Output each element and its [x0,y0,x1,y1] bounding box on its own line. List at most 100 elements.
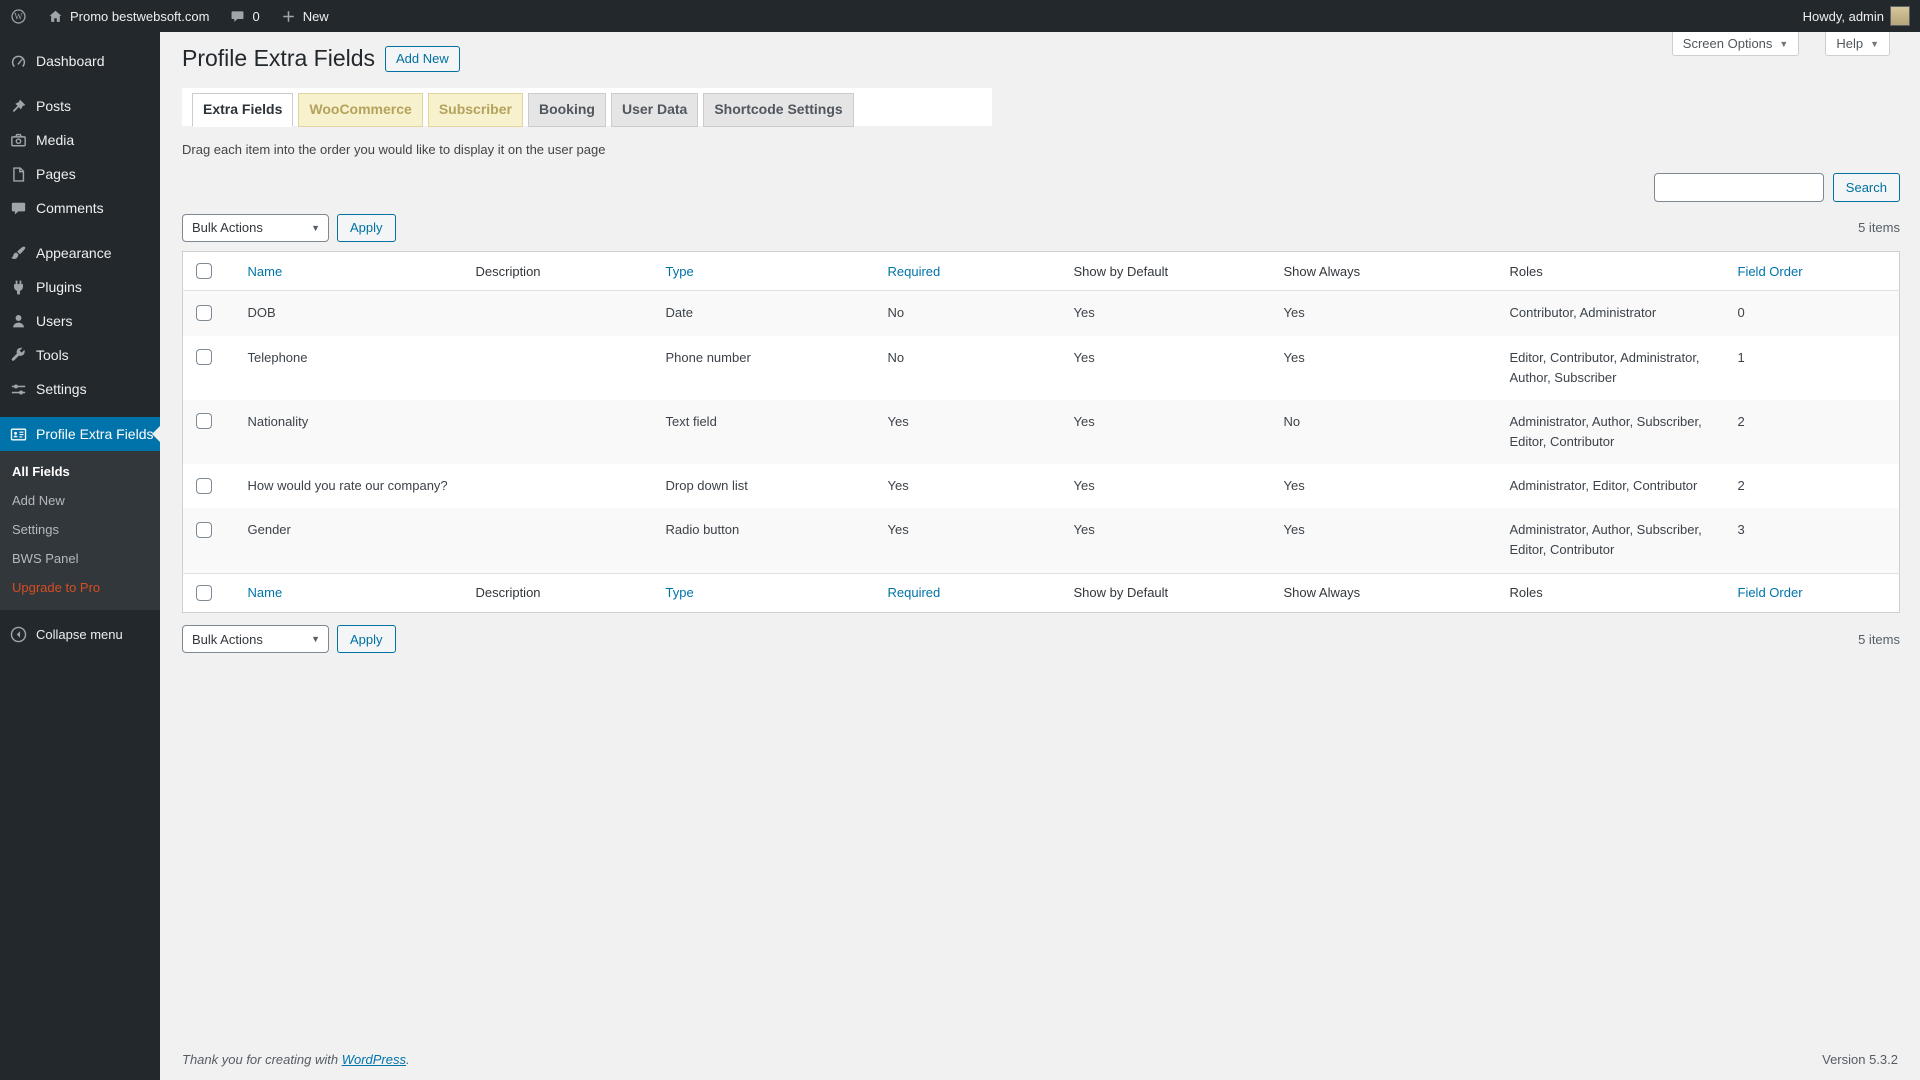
sidebar-item-users[interactable]: Users [0,304,160,338]
comment-icon [229,8,246,25]
row-checkbox[interactable] [196,349,212,365]
column-header-name[interactable]: Name [248,264,283,279]
help-label: Help [1836,36,1863,51]
sidebar-item-settings[interactable]: Settings [0,372,160,406]
cell-show-by-default: Yes [1064,291,1274,336]
collapse-icon [0,625,36,644]
dashboard-icon [0,52,36,71]
column-header-roles: Roles [1510,264,1543,279]
admin-bar: W Promo bestwebsoft.com 0 New Howdy, adm… [0,0,1920,32]
screen-options-label: Screen Options [1683,36,1773,51]
wordpress-link[interactable]: WordPress [342,1052,406,1067]
row-checkbox[interactable] [196,305,212,321]
sidebar-item-tools[interactable]: Tools [0,338,160,372]
items-count: 5 items [1858,220,1900,235]
sidebar-item-posts[interactable]: Posts [0,89,160,123]
sidebar-item-label: Dashboard [36,53,105,70]
row-checkbox[interactable] [196,522,212,538]
table-row[interactable]: DOB Date No Yes Yes Contributor, Adminis… [183,291,1900,336]
cell-show-by-default: Yes [1064,464,1274,508]
cell-show-always: Yes [1274,291,1500,336]
cell-type: Phone number [656,336,878,400]
tab-user-data[interactable]: User Data [611,93,698,127]
sidebar-item-media[interactable]: Media [0,123,160,157]
row-checkbox[interactable] [196,478,212,494]
bulk-actions-select[interactable]: Bulk Actions ▼ [182,625,329,653]
screen-options-button[interactable]: Screen Options ▼ [1672,32,1800,56]
new-content-link[interactable]: New [270,0,339,32]
sidebar-item-label: Pages [36,166,76,183]
submenu-item-settings[interactable]: Settings [0,516,160,545]
collapse-menu-button[interactable]: Collapse menu [0,620,160,648]
apply-button[interactable]: Apply [337,625,396,653]
column-header-name[interactable]: Name [248,585,283,600]
collapse-menu-label: Collapse menu [36,627,123,643]
submenu-item-add-new[interactable]: Add New [0,487,160,516]
footer-thanks: Thank you for creating with WordPress. [182,1052,410,1067]
table-row[interactable]: Gender Radio button Yes Yes Yes Administ… [183,508,1900,573]
wordpress-logo-menu[interactable]: W [0,0,37,32]
cell-name: Telephone [238,336,466,400]
table-row[interactable]: Telephone Phone number No Yes Yes Editor… [183,336,1900,400]
table-foot: Name Description Type Required Show by D… [183,573,1900,613]
cell-field-order: 3 [1728,508,1900,573]
column-header-roles: Roles [1510,585,1543,600]
table-row[interactable]: How would you rate our company? Drop dow… [183,464,1900,508]
cell-description [466,336,656,400]
comments-bubble-link[interactable]: 0 [219,0,269,32]
menu-separator [0,406,160,417]
submenu-item-all-fields[interactable]: All Fields [0,458,160,487]
tab-booking[interactable]: Booking [528,93,606,127]
cell-description [466,291,656,336]
site-name-label: Promo bestwebsoft.com [70,9,209,24]
tab-extra-fields[interactable]: Extra Fields [192,93,293,127]
column-header-field-order[interactable]: Field Order [1738,585,1803,600]
admin-footer: Thank you for creating with WordPress. V… [160,1052,1920,1080]
cell-required: Yes [878,508,1064,573]
sidebar-item-dashboard[interactable]: Dashboard [0,44,160,78]
search-button[interactable]: Search [1833,173,1900,202]
column-header-type[interactable]: Type [666,585,694,600]
tab-shortcode-settings[interactable]: Shortcode Settings [703,93,853,127]
cell-required: No [878,291,1064,336]
cell-roles: Administrator, Author, Subscriber, Edito… [1500,508,1728,573]
sidebar-item-comments[interactable]: Comments [0,191,160,225]
cell-required: No [878,336,1064,400]
select-all-checkbox[interactable] [196,263,212,279]
column-header-type[interactable]: Type [666,264,694,279]
table-row[interactable]: Nationality Text field Yes Yes No Admini… [183,400,1900,464]
cell-name: Gender [238,508,466,573]
cell-type: Text field [656,400,878,464]
plus-icon [280,8,297,25]
column-header-field-order[interactable]: Field Order [1738,264,1803,279]
comment-icon [0,199,36,218]
submenu-item-upgrade-to-pro[interactable]: Upgrade to Pro [0,574,160,603]
tab-subscriber[interactable]: Subscriber [428,93,523,127]
column-header-show-by-default: Show by Default [1074,264,1169,279]
admin-bar-right: Howdy, admin [1793,0,1920,32]
select-all-checkbox[interactable] [196,585,212,601]
sidebar-item-profile-extra-fields[interactable]: Profile Extra Fields [0,417,160,451]
sidebar-item-plugins[interactable]: Plugins [0,270,160,304]
add-new-button[interactable]: Add New [385,46,460,73]
tab-woocommerce[interactable]: WooCommerce [298,93,422,127]
submenu-item-bws-panel[interactable]: BWS Panel [0,545,160,574]
cell-roles: Administrator, Editor, Contributor [1500,464,1728,508]
site-name-link[interactable]: Promo bestwebsoft.com [37,0,219,32]
bulk-actions-select[interactable]: Bulk Actions ▼ [182,214,329,242]
id-card-icon [0,425,36,444]
plug-icon [0,278,36,297]
my-account-link[interactable]: Howdy, admin [1793,0,1920,32]
sidebar-item-label: Posts [36,98,71,115]
column-header-required[interactable]: Required [888,264,941,279]
apply-button[interactable]: Apply [337,214,396,242]
sidebar-item-label: Settings [36,381,87,398]
column-header-required[interactable]: Required [888,585,941,600]
wrench-icon [0,346,36,365]
help-button[interactable]: Help ▼ [1825,32,1890,56]
sidebar-item-appearance[interactable]: Appearance [0,236,160,270]
chevron-down-icon: ▼ [1779,39,1788,49]
row-checkbox[interactable] [196,413,212,429]
search-input[interactable] [1654,173,1824,202]
sidebar-item-pages[interactable]: Pages [0,157,160,191]
